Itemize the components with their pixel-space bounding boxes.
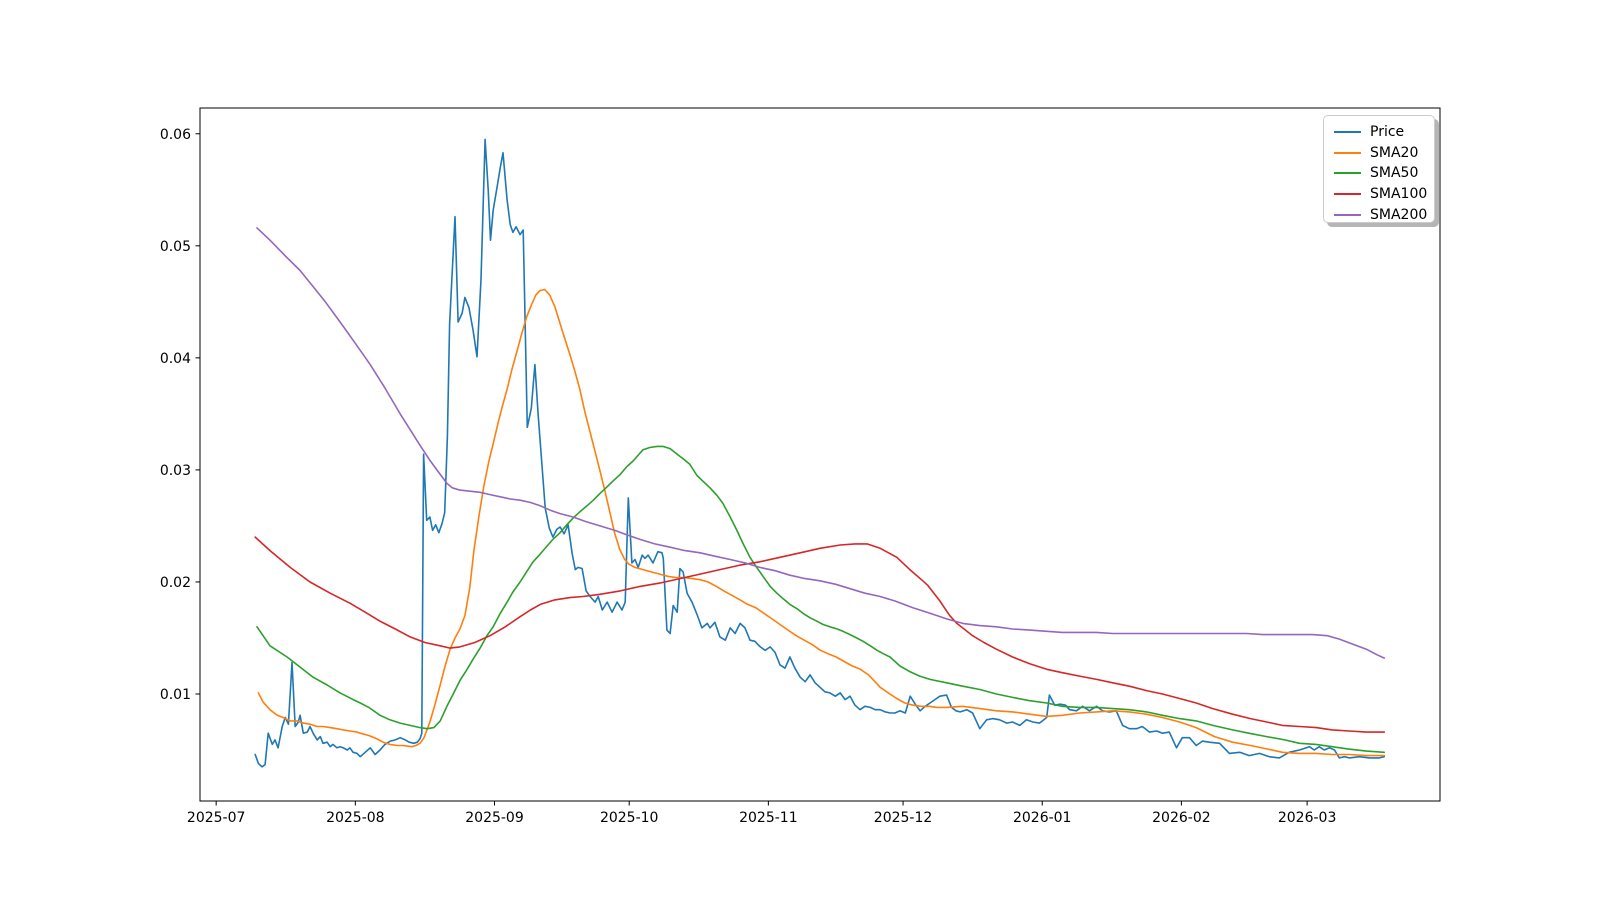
figure-background: { "figure": { "background": "#ffffff", "… (0, 0, 1600, 900)
legend-line-sample-sma20 (1334, 151, 1361, 154)
legend-item-sma100: SMA100 (1334, 184, 1428, 205)
plot-border (199, 107, 1441, 802)
x-tick-label: 2026-02 (1152, 810, 1211, 826)
y-tick-label: 0.01 (160, 687, 191, 703)
series-line-sma100 (254, 536, 1386, 733)
y-tick-label: 0.02 (160, 575, 191, 591)
y-tick-label: 0.06 (160, 127, 191, 143)
legend-line-sample-price (1334, 131, 1361, 134)
x-tick-label: 2025-08 (326, 810, 385, 826)
legend-item-label: SMA100 (1370, 186, 1428, 203)
legend-item-price: Price (1334, 122, 1424, 143)
legend-item-sma50: SMA50 (1334, 163, 1424, 184)
chart-figure: 2025-07 2025-08 2025-09 2025-10 2025-11 2025-… (0, 0, 1600, 900)
series-lines (254, 138, 1386, 768)
legend-line-sample-sma50 (1334, 172, 1361, 175)
y-tick-label: 0.05 (160, 239, 191, 255)
legend-line-sample-sma100 (1334, 193, 1361, 196)
series-line-sma20 (257, 288, 1386, 757)
x-tick-label: 2025-09 (465, 810, 524, 826)
legend-item-sma200: SMA200 (1334, 204, 1428, 225)
legend-item-label: SMA200 (1370, 206, 1428, 223)
legend-item-label: SMA50 (1370, 165, 1419, 182)
x-tick-label: 2025-11 (739, 810, 798, 826)
x-tick-label: 2026-01 (1013, 810, 1072, 826)
x-tick-label: 2025-07 (187, 810, 246, 826)
axis-tick-labels: 2025-07 2025-08 2025-09 2025-10 2025-11 2025-… (160, 127, 1337, 826)
series-line-sma200 (256, 227, 1386, 659)
legend-item-label: SMA20 (1370, 144, 1419, 161)
x-tick-label: 2026-03 (1278, 810, 1337, 826)
x-tick-label: 2025-12 (874, 810, 933, 826)
legend-box: Price SMA20 SMA50 SMA100 SMA200 (1323, 115, 1435, 223)
legend-item-sma20: SMA20 (1334, 143, 1424, 164)
x-tick-label: 2025-10 (600, 810, 659, 826)
y-tick-label: 0.03 (160, 463, 191, 479)
y-tick-label: 0.04 (160, 351, 191, 367)
legend-item-label: Price (1370, 124, 1405, 141)
legend-line-sample-sma200 (1334, 213, 1361, 216)
